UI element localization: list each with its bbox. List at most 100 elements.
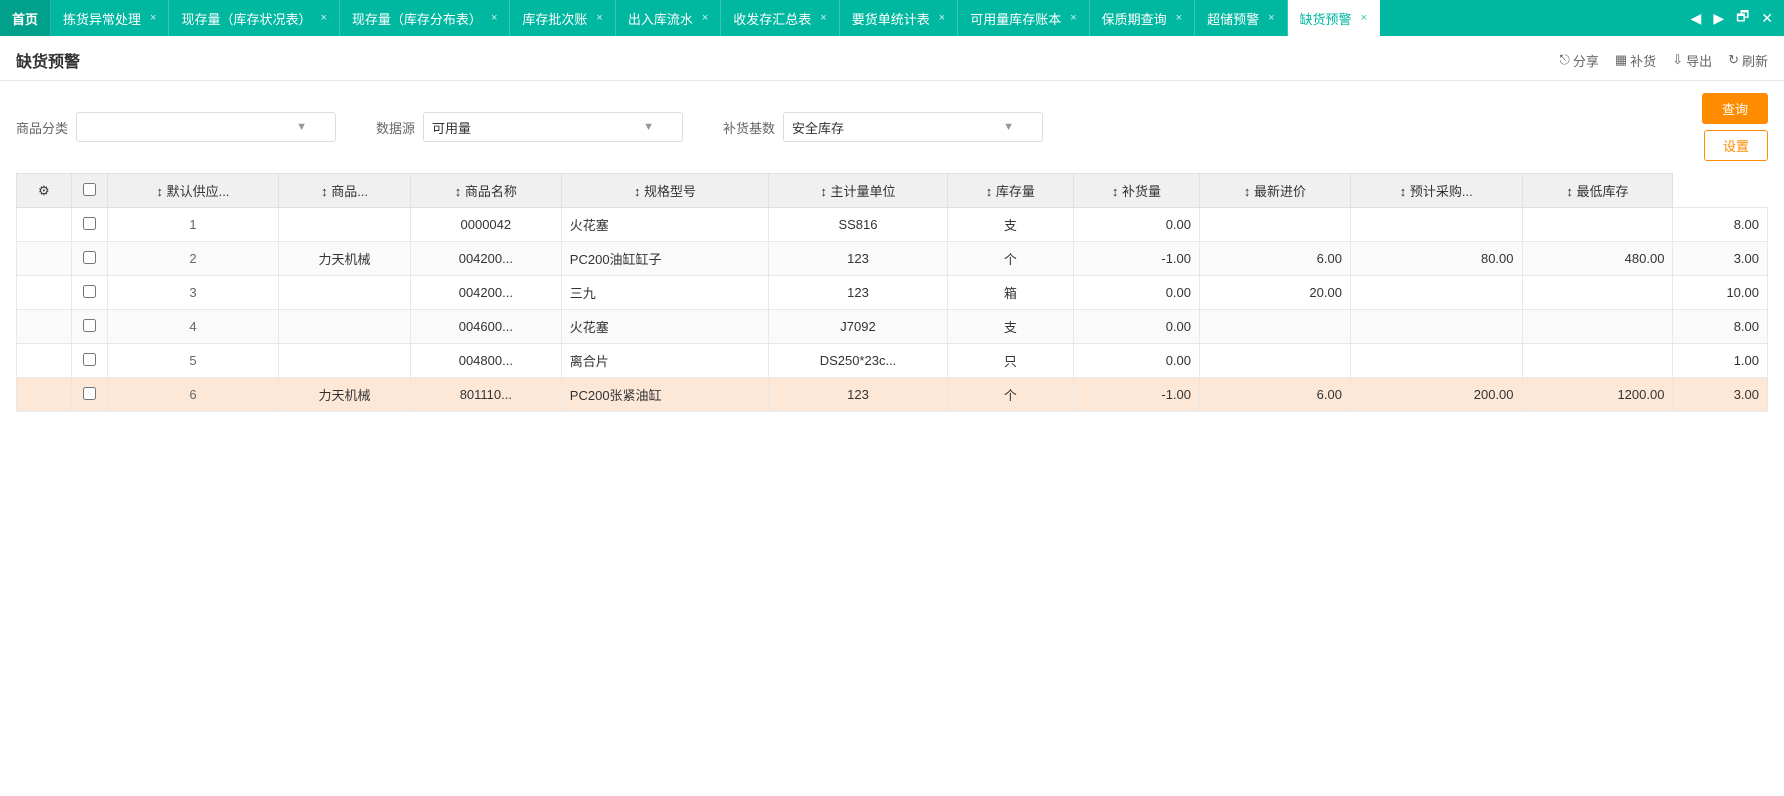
nav-tab-close-1[interactable]: × xyxy=(320,12,326,24)
export-action[interactable]: ⇩ 导出 xyxy=(1672,51,1712,70)
row-supplier-5: 力天机械 xyxy=(279,378,411,412)
gear-icon: ⚙ xyxy=(38,183,50,198)
replenish-action[interactable]: ▦ 补货 xyxy=(1615,51,1656,70)
row-min-stock-2: 10.00 xyxy=(1673,276,1768,310)
home-label: 首页 xyxy=(12,9,38,28)
datasource-arrow-icon: ▼ xyxy=(643,121,654,133)
settings-button[interactable]: 设置 xyxy=(1704,130,1768,161)
col-gear[interactable]: ⚙ xyxy=(17,174,72,208)
category-arrow-icon: ▼ xyxy=(296,121,307,133)
col-replenish[interactable]: ↕ 补货量 xyxy=(1073,174,1199,208)
nav-next-btn[interactable]: ▶ xyxy=(1708,8,1729,29)
nav-tab-label-1: 现存量（库存状况表） xyxy=(181,9,311,28)
nav-tab-9[interactable]: 超储预警× xyxy=(1195,0,1287,36)
row-check-3[interactable] xyxy=(71,310,107,344)
nav-prev-btn[interactable]: ◀ xyxy=(1686,8,1707,29)
row-check-0[interactable] xyxy=(71,208,107,242)
filter-group-replenish: 补货基数 安全库存 ▼ xyxy=(723,112,1043,142)
nav-tab-4[interactable]: 出入库流水× xyxy=(616,0,721,36)
nav-tab-1[interactable]: 现存量（库存状况表） × xyxy=(169,0,339,36)
col-est-purchase[interactable]: ↕ 预计采购... xyxy=(1350,174,1522,208)
nav-tab-close-9[interactable]: × xyxy=(1268,12,1274,24)
row-checkbox-5[interactable] xyxy=(83,387,96,400)
nav-tab-8[interactable]: 保质期查询× xyxy=(1090,0,1195,36)
row-checkbox-1[interactable] xyxy=(83,251,96,264)
nav-tab-close-0[interactable]: × xyxy=(150,12,156,24)
nav-tab-3[interactable]: 库存批次账 × xyxy=(510,0,615,36)
nav-tab-2[interactable]: 现存量（库存分布表）× xyxy=(340,0,510,36)
row-supplier-2 xyxy=(279,276,411,310)
row-check-2[interactable] xyxy=(71,276,107,310)
row-code-2: 004200... xyxy=(410,276,561,310)
row-est-purchase-1: 480.00 xyxy=(1522,242,1673,276)
nav-restore-btn[interactable]: 🗗 xyxy=(1731,4,1754,32)
col-name[interactable]: ↕ 商品名称 xyxy=(410,174,561,208)
nav-tab-6[interactable]: 要货单统计表× xyxy=(840,0,958,36)
row-checkbox-4[interactable] xyxy=(83,353,96,366)
row-name-2: 三九 xyxy=(561,276,768,310)
row-checkbox-2[interactable] xyxy=(83,285,96,298)
nav-tab-0[interactable]: 拣货异常处理× xyxy=(51,0,169,36)
row-replenish-3 xyxy=(1200,310,1351,344)
row-spec-1: 123 xyxy=(769,242,948,276)
query-button[interactable]: 查询 xyxy=(1702,93,1768,124)
col-spec[interactable]: ↕ 规格型号 xyxy=(561,174,768,208)
nav-tab-close-4[interactable]: × xyxy=(702,12,708,24)
refresh-action[interactable]: ↻ 刷新 xyxy=(1728,51,1768,70)
category-select[interactable]: ▼ xyxy=(76,112,336,142)
datasource-select[interactable]: 可用量 ▼ xyxy=(423,112,683,142)
row-checkbox-0[interactable] xyxy=(83,217,96,230)
nav-close-btn[interactable]: ✕ xyxy=(1756,8,1778,29)
nav-tab-label-3: 库存批次账 xyxy=(522,9,587,28)
share-icon: ⎋ xyxy=(1560,52,1570,68)
replenish-select[interactable]: 安全库存 ▼ xyxy=(783,112,1043,142)
row-num-5: 6 xyxy=(107,378,279,412)
row-est-purchase-3 xyxy=(1522,310,1673,344)
nav-controls: ◀ ▶ 🗗 ✕ xyxy=(1680,0,1784,36)
row-stock-3: 0.00 xyxy=(1073,310,1199,344)
row-spec-2: 123 xyxy=(769,276,948,310)
col-latest-price[interactable]: ↕ 最新进价 xyxy=(1200,174,1351,208)
row-supplier-3 xyxy=(279,310,411,344)
row-latest-price-5: 200.00 xyxy=(1350,378,1522,412)
col-min-stock[interactable]: ↕ 最低库存 xyxy=(1522,174,1673,208)
table-body: 1 0000042 火花塞 SS816 支 0.00 8.00 2 力天机械 0… xyxy=(17,208,1768,412)
filter-group-datasource: 数据源 可用量 ▼ xyxy=(376,112,683,142)
nav-tab-10[interactable]: 缺货预警× xyxy=(1288,0,1380,36)
row-latest-price-3 xyxy=(1350,310,1522,344)
nav-tab-close-7[interactable]: × xyxy=(1070,12,1076,24)
col-unit[interactable]: ↕ 主计量单位 xyxy=(769,174,948,208)
nav-tab-5[interactable]: 收发存汇总表× xyxy=(721,0,839,36)
table-row: 4 004600... 火花塞 J7092 支 0.00 8.00 xyxy=(17,310,1768,344)
table-row: 6 力天机械 801110... PC200张紧油缸 123 个 -1.00 6… xyxy=(17,378,1768,412)
col-stock[interactable]: ↕ 库存量 xyxy=(947,174,1073,208)
row-check-5[interactable] xyxy=(71,378,107,412)
row-check-1[interactable] xyxy=(71,242,107,276)
nav-tab-close-8[interactable]: × xyxy=(1176,12,1182,24)
replenish-label: 补货 xyxy=(1630,51,1656,70)
nav-tab-close-10[interactable]: × xyxy=(1361,12,1367,24)
check-all-checkbox[interactable] xyxy=(83,183,96,196)
row-stock-5: -1.00 xyxy=(1073,378,1199,412)
nav-tab-close-2[interactable]: × xyxy=(491,12,497,24)
nav-tab-close-6[interactable]: × xyxy=(939,12,945,24)
nav-tab-close-3[interactable]: × xyxy=(596,12,602,24)
row-name-1: PC200油缸缸子 xyxy=(561,242,768,276)
col-check-all[interactable] xyxy=(71,174,107,208)
row-check-4[interactable] xyxy=(71,344,107,378)
row-num-2: 3 xyxy=(107,276,279,310)
col-supplier[interactable]: ↕ 默认供应... xyxy=(107,174,279,208)
row-supplier-1: 力天机械 xyxy=(279,242,411,276)
col-code[interactable]: ↕ 商品... xyxy=(279,174,411,208)
nav-tab-close-5[interactable]: × xyxy=(820,12,826,24)
row-name-3: 火花塞 xyxy=(561,310,768,344)
nav-tab-7[interactable]: 可用量库存账本× xyxy=(958,0,1089,36)
page-header: 缺货预警 ⎋ 分享 ▦ 补货 ⇩ 导出 ↻ 刷新 xyxy=(0,36,1784,81)
row-est-purchase-5: 1200.00 xyxy=(1522,378,1673,412)
nav-tab-home[interactable]: 首页 xyxy=(0,0,51,36)
row-replenish-2: 20.00 xyxy=(1200,276,1351,310)
share-action[interactable]: ⎋ 分享 xyxy=(1560,51,1599,70)
row-latest-price-4 xyxy=(1350,344,1522,378)
refresh-label: 刷新 xyxy=(1742,51,1768,70)
row-checkbox-3[interactable] xyxy=(83,319,96,332)
